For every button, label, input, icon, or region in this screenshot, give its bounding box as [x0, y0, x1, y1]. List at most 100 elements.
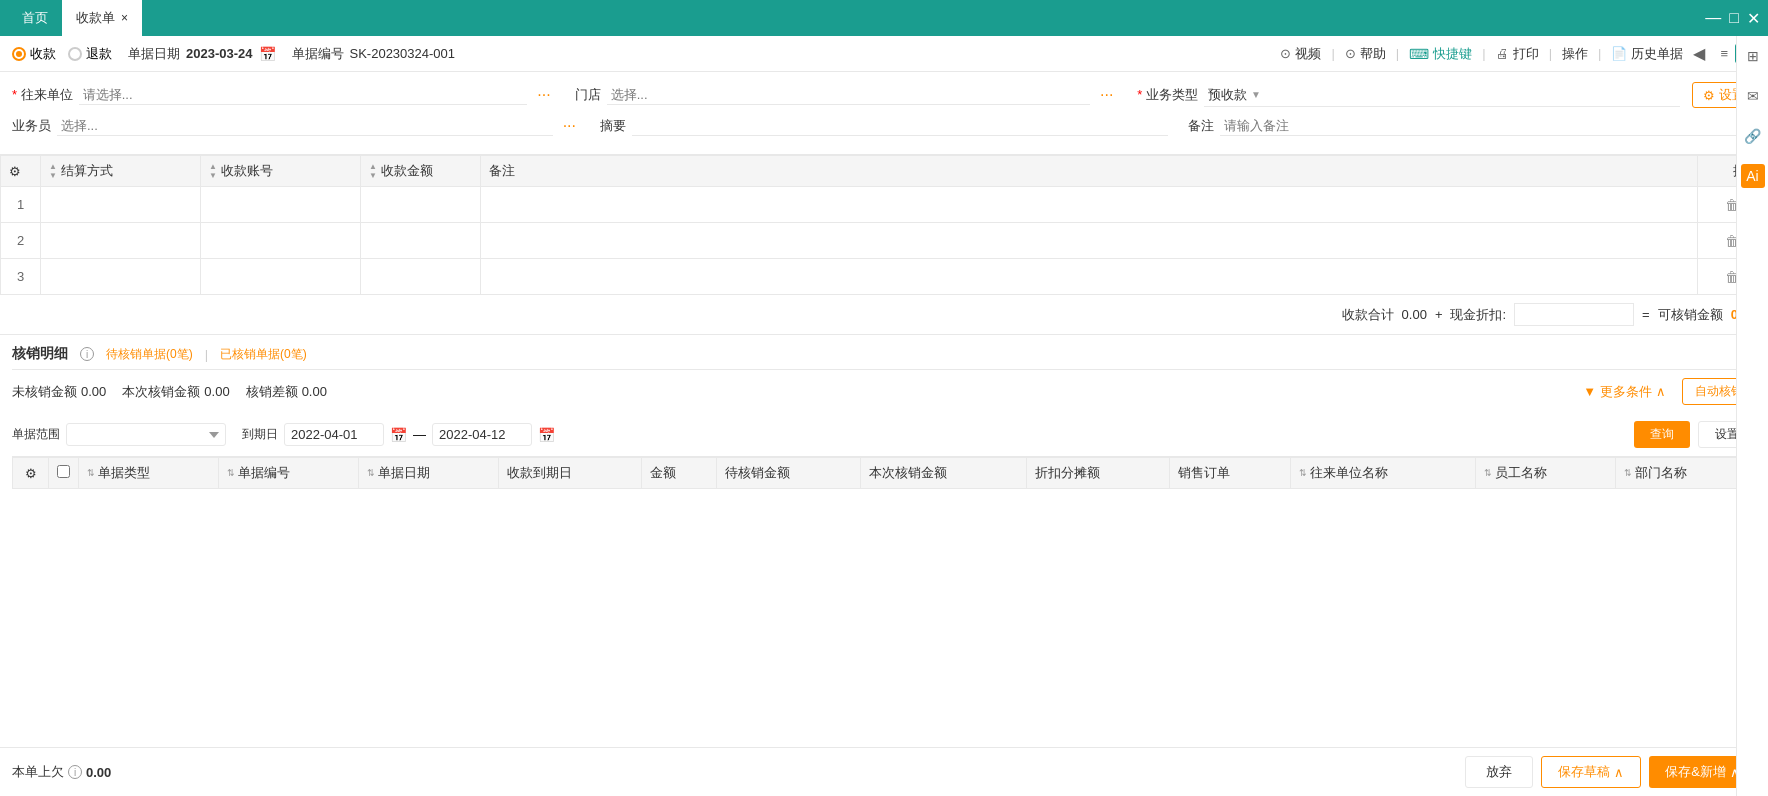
summary-field: 摘要 — [600, 116, 1168, 136]
window-close-btn[interactable]: ✕ — [1747, 9, 1760, 28]
business-type-label: 业务类型 — [1137, 86, 1198, 104]
date-from-calendar-icon[interactable]: 📅 — [390, 427, 407, 443]
note-field: 备注 — [1188, 116, 1756, 136]
row-settlement-1[interactable] — [41, 187, 201, 223]
tab-home[interactable]: 首页 — [8, 0, 62, 36]
query-btn[interactable]: 查询 — [1634, 421, 1690, 448]
bth-current-amount: 本次核销金额 — [860, 458, 1026, 489]
row-account-2[interactable] — [201, 223, 361, 259]
sort-icon-type: ⇅ — [87, 468, 95, 478]
stat-current: 本次核销金额 0.00 — [122, 383, 229, 401]
staff-field: 业务员 ··· — [12, 116, 580, 136]
row-account-3[interactable] — [201, 259, 361, 295]
date-range-filter: 到期日 📅 — 📅 — [242, 423, 555, 446]
bth-amount: 金额 — [642, 458, 717, 489]
sidebar-mail-icon[interactable]: ✉ — [1741, 84, 1765, 108]
range-label: 单据范围 — [12, 426, 60, 443]
chevron-up-icon-draft: ∧ — [1614, 765, 1624, 780]
date-field: 单据日期 2023-03-24 📅 — [128, 45, 276, 63]
reconcile-section: 核销明细 i 待核销单据(0笔) | 已核销单据(0笔) 未核销金额 0.00 … — [0, 335, 1768, 747]
more-conditions-btn[interactable]: ▼ 更多条件 ∧ — [1583, 383, 1666, 401]
info-icon[interactable]: i — [80, 347, 94, 361]
bth-settings[interactable]: ⚙ — [13, 458, 49, 489]
date-from-input[interactable] — [284, 423, 384, 446]
window-maximize-btn[interactable]: □ — [1729, 9, 1739, 27]
save-draft-btn[interactable]: 保存草稿 ∧ — [1541, 756, 1641, 788]
date-to-input[interactable] — [432, 423, 532, 446]
store-input[interactable] — [607, 85, 1090, 105]
abandon-btn[interactable]: 放弃 — [1465, 756, 1533, 788]
row-settlement-2[interactable] — [41, 223, 201, 259]
form-area: 往来单位 ··· 门店 ··· 业务类型 预收款 ▼ ⚙ 设置 — [0, 72, 1768, 155]
calendar-icon[interactable]: 📅 — [259, 46, 276, 62]
row-remark-2[interactable] — [481, 223, 1698, 259]
form-row-1: 往来单位 ··· 门店 ··· 业务类型 预收款 ▼ ⚙ 设置 — [12, 82, 1756, 108]
sort-icon-staff: ⇅ — [1484, 468, 1492, 478]
bth-number: ⇅单据编号 — [218, 458, 358, 489]
row-remark-3[interactable] — [481, 259, 1698, 295]
done-tab[interactable]: 已核销单据(0笔) — [220, 346, 307, 363]
sidebar-grid-icon[interactable]: ⊞ — [1741, 44, 1765, 68]
counterpart-label: 往来单位 — [12, 86, 73, 104]
store-more-btn[interactable]: ··· — [1096, 86, 1117, 104]
note-input[interactable] — [1220, 116, 1756, 136]
tab-current[interactable]: 收款单 × — [62, 0, 142, 36]
reconcile-stats: 未核销金额 0.00 本次核销金额 0.00 核销差额 0.00 ▼ 更多条件 … — [12, 370, 1756, 413]
prev-btn[interactable]: ◀ — [1693, 44, 1705, 63]
tab-bar: 首页 收款单 × — □ ✕ — [0, 0, 1768, 36]
row-amount-1[interactable] — [361, 187, 481, 223]
counterpart-more-btn[interactable]: ··· — [533, 86, 554, 104]
discount-input[interactable] — [1514, 303, 1634, 326]
pending-tab[interactable]: 待核销单据(0笔) — [106, 346, 193, 363]
main-content: 收款 退款 单据日期 2023-03-24 📅 单据编号 SK-20230324… — [0, 36, 1768, 796]
window-minimize-btn[interactable]: — — [1705, 9, 1721, 27]
layout-btn-1[interactable]: ≡ — [1715, 44, 1733, 63]
select-all-checkbox[interactable] — [57, 465, 70, 478]
reconcile-title: 核销明细 — [12, 345, 68, 363]
operation-btn[interactable]: 操作 — [1562, 45, 1588, 63]
row-settlement-3[interactable] — [41, 259, 201, 295]
video-btn[interactable]: ⊙ 视频 — [1280, 45, 1321, 63]
help-btn[interactable]: ⊙ 帮助 — [1345, 45, 1386, 63]
info-circle-icon: i — [68, 765, 82, 779]
th-settings[interactable]: ⚙ — [1, 156, 41, 187]
counterpart-input[interactable] — [79, 85, 528, 105]
bth-department: ⇅部门名称 — [1616, 458, 1756, 489]
radio-receipt[interactable]: 收款 — [12, 45, 56, 63]
business-type-select[interactable]: 预收款 ▼ — [1204, 84, 1680, 107]
plus-symbol: + — [1435, 307, 1443, 322]
filter-icon: ▼ — [1583, 384, 1596, 399]
row-amount-3[interactable] — [361, 259, 481, 295]
store-label: 门店 — [575, 86, 601, 104]
toolbar-right: ⊙ 视频 | ⊙ 帮助 | ⌨ 快捷键 | 🖨 打印 | 操作 | — [1280, 44, 1756, 63]
history-btn[interactable]: 📄 历史单据 — [1611, 45, 1683, 63]
row-amount-2[interactable] — [361, 223, 481, 259]
radio-refund[interactable]: 退款 — [68, 45, 112, 63]
staff-more-btn[interactable]: ··· — [559, 117, 580, 135]
sort-icon-dept: ⇅ — [1624, 468, 1632, 478]
row-num-1: 1 — [1, 187, 41, 223]
th-settlement: ▲▼ 结算方式 — [41, 156, 201, 187]
summary-input[interactable] — [632, 116, 1168, 136]
reconcile-header: 核销明细 i 待核销单据(0笔) | 已核销单据(0笔) — [12, 335, 1756, 370]
shortcut-btn[interactable]: ⌨ 快捷键 — [1409, 45, 1472, 63]
print-btn[interactable]: 🖨 打印 — [1496, 45, 1539, 63]
sidebar-link-icon[interactable]: 🔗 — [1741, 124, 1765, 148]
range-select[interactable] — [66, 423, 226, 446]
th-account: ▲▼ 收款账号 — [201, 156, 361, 187]
date-to-calendar-icon[interactable]: 📅 — [538, 427, 555, 443]
receipt-type-group: 收款 退款 — [12, 45, 112, 63]
available-label: 可核销金额 — [1658, 306, 1723, 324]
th-amount: ▲▼ 收款金额 — [361, 156, 481, 187]
current-due-value: 0.00 — [86, 765, 111, 780]
row-remark-1[interactable] — [481, 187, 1698, 223]
staff-input[interactable] — [57, 116, 553, 136]
due-label: 到期日 — [242, 426, 278, 443]
bth-counterpart: ⇅往来单位名称 — [1290, 458, 1475, 489]
tab-close-icon[interactable]: × — [121, 11, 128, 25]
row-account-1[interactable] — [201, 187, 361, 223]
bth-checkbox[interactable] — [49, 458, 79, 489]
sidebar-ai-icon[interactable]: Ai — [1741, 164, 1765, 188]
row-num-2: 2 — [1, 223, 41, 259]
bth-type: ⇅单据类型 — [79, 458, 219, 489]
